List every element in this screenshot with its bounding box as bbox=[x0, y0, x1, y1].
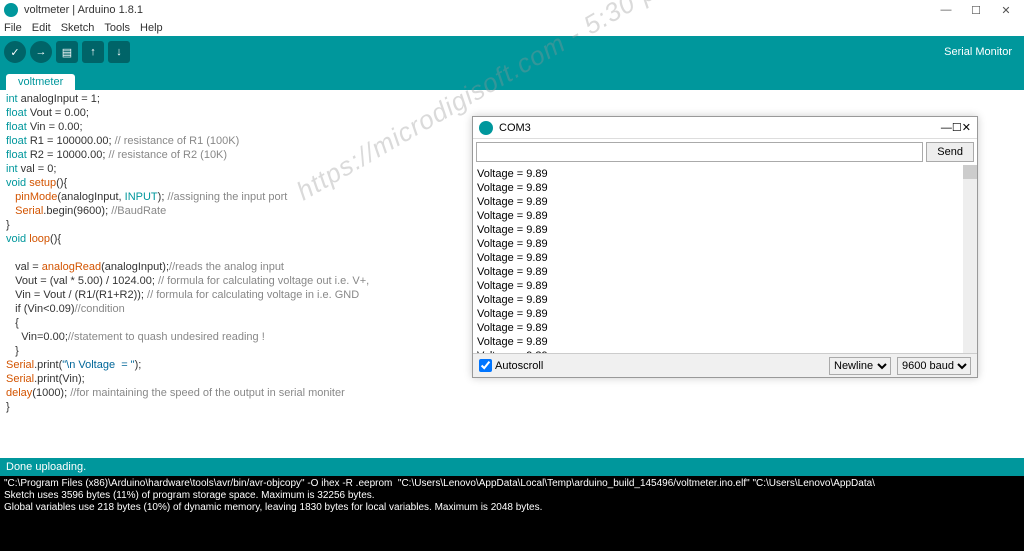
serial-maximize-button[interactable]: ☐ bbox=[952, 121, 962, 134]
arduino-icon bbox=[4, 3, 18, 17]
menu-edit[interactable]: Edit bbox=[32, 22, 51, 34]
serial-titlebar[interactable]: COM3 — ☐ ✕ bbox=[473, 117, 977, 139]
autoscroll-input[interactable] bbox=[479, 359, 492, 372]
menu-sketch[interactable]: Sketch bbox=[61, 22, 95, 34]
menu-file[interactable]: File bbox=[4, 22, 22, 34]
menubar: File Edit Sketch Tools Help bbox=[0, 20, 1024, 36]
serial-monitor-window: COM3 — ☐ ✕ Send Voltage = 9.89 Voltage =… bbox=[472, 116, 978, 378]
verify-button[interactable]: ✓ bbox=[4, 41, 26, 63]
maximize-button[interactable]: ☐ bbox=[962, 1, 990, 19]
serial-footer: Autoscroll Newline 9600 baud bbox=[473, 353, 977, 377]
serial-input[interactable] bbox=[476, 142, 923, 162]
upload-button[interactable]: → bbox=[30, 41, 52, 63]
serial-monitor-link[interactable]: Serial Monitor bbox=[936, 46, 1020, 58]
titlebar: voltmeter | Arduino 1.8.1 — ☐ ✕ bbox=[0, 0, 1024, 20]
new-button[interactable]: ▤ bbox=[56, 41, 78, 63]
serial-input-row: Send bbox=[473, 139, 977, 165]
window-title: voltmeter | Arduino 1.8.1 bbox=[24, 4, 143, 16]
open-button[interactable]: ↑ bbox=[82, 41, 104, 63]
serial-close-button[interactable]: ✕ bbox=[962, 121, 971, 134]
menu-help[interactable]: Help bbox=[140, 22, 163, 34]
save-button[interactable]: ↓ bbox=[108, 41, 130, 63]
serial-minimize-button[interactable]: — bbox=[941, 122, 952, 134]
tab-voltmeter[interactable]: voltmeter bbox=[6, 74, 75, 90]
close-button[interactable]: ✕ bbox=[992, 1, 1020, 19]
menu-tools[interactable]: Tools bbox=[104, 22, 130, 34]
tabstrip: voltmeter bbox=[0, 68, 1024, 90]
baud-select[interactable]: 9600 baud bbox=[897, 357, 971, 375]
console-output: "C:\Program Files (x86)\Arduino\hardware… bbox=[0, 476, 1024, 551]
toolbar: ✓ → ▤ ↑ ↓ Serial Monitor bbox=[0, 36, 1024, 68]
status-bar: Done uploading. bbox=[0, 458, 1024, 476]
serial-send-button[interactable]: Send bbox=[926, 142, 974, 162]
arduino-icon bbox=[479, 121, 493, 135]
line-ending-select[interactable]: Newline bbox=[829, 357, 891, 375]
minimize-button[interactable]: — bbox=[932, 1, 960, 19]
autoscroll-checkbox[interactable]: Autoscroll bbox=[479, 359, 543, 372]
serial-title: COM3 bbox=[499, 122, 531, 134]
status-text: Done uploading. bbox=[6, 461, 86, 473]
serial-scrollbar[interactable] bbox=[963, 165, 977, 353]
serial-output: Voltage = 9.89 Voltage = 9.89 Voltage = … bbox=[473, 165, 977, 353]
